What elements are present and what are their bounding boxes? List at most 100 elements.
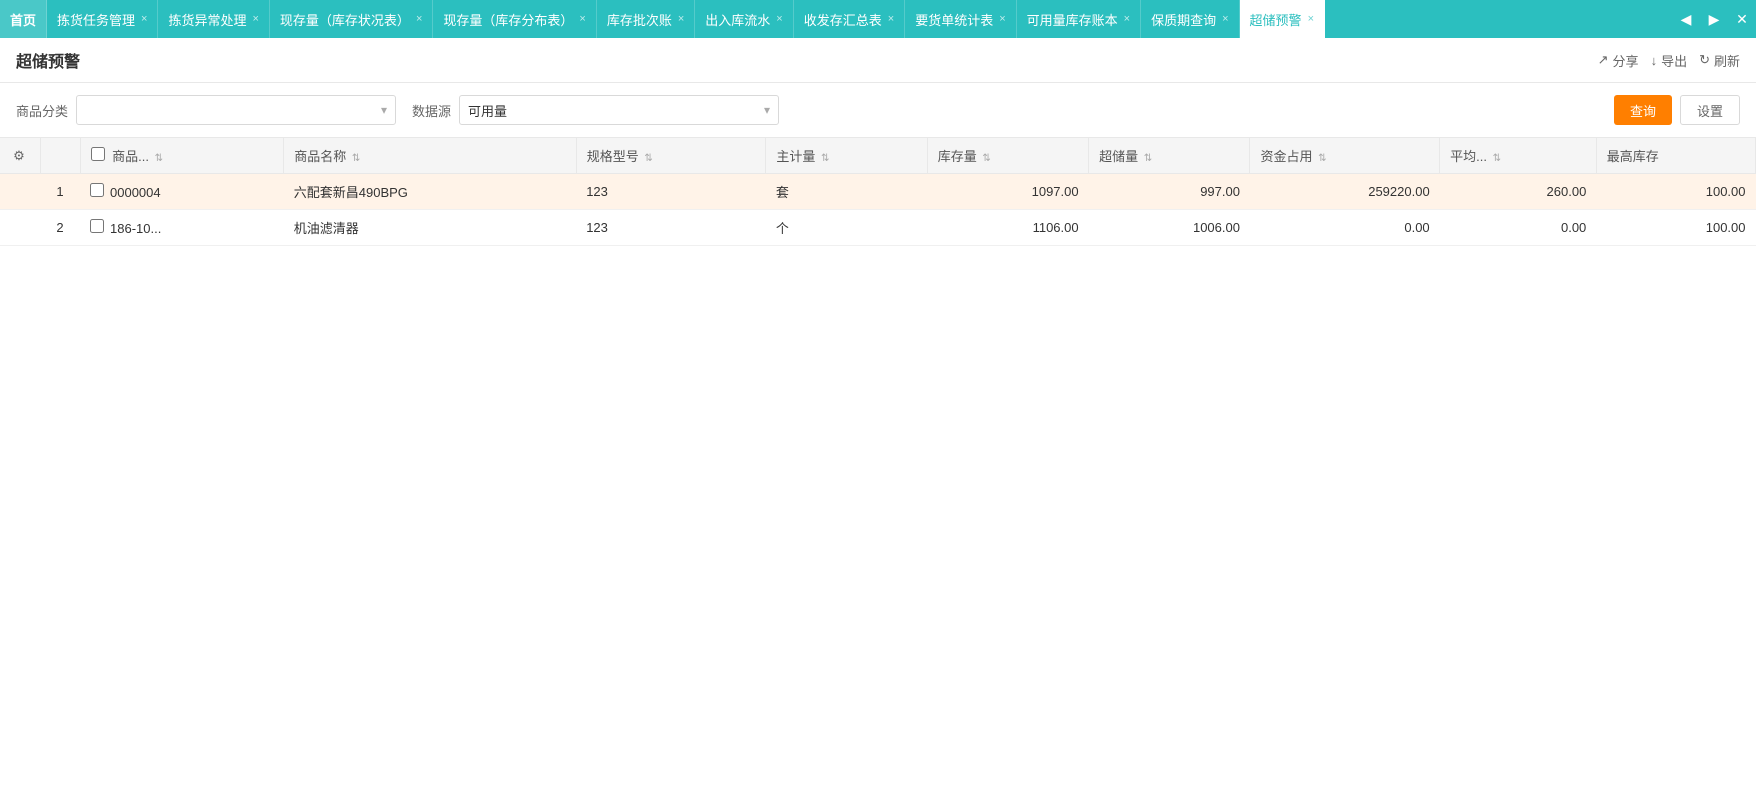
sort-icon: ⇅	[821, 153, 829, 164]
nav-arrows: ◀ ▶ ✕	[1672, 0, 1756, 38]
td-unit: 个	[766, 210, 927, 246]
nav-flow[interactable]: 出入库流水 ×	[695, 0, 793, 38]
nav-exception[interactable]: 拣货异常处理 ×	[158, 0, 269, 38]
close-icon[interactable]: ×	[1124, 13, 1130, 25]
filter-bar: 商品分类 ▾ 数据源 可用量 ▾ 查询 设置	[0, 83, 1756, 137]
th-avg[interactable]: 平均... ⇅	[1440, 138, 1597, 174]
td-overstock: 1006.00	[1089, 210, 1250, 246]
th-capital[interactable]: 资金占用 ⇅	[1250, 138, 1440, 174]
td-max: 100.00	[1596, 210, 1755, 246]
td-seq: 1	[40, 174, 80, 210]
filter-actions: 查询 设置	[1614, 95, 1740, 125]
datasource-label: 数据源	[412, 101, 451, 120]
td-name: 机油滤清器	[284, 210, 576, 246]
td-max: 100.00	[1596, 174, 1755, 210]
close-icon[interactable]: ×	[416, 13, 422, 25]
header-actions: ↗ 分享 ↓ 导出 ↻ 刷新	[1598, 51, 1740, 70]
category-select[interactable]: ▾	[76, 95, 396, 125]
td-code: 186-10...	[80, 210, 284, 246]
nav-next-btn[interactable]: ▶	[1700, 0, 1728, 38]
nav-available[interactable]: 可用量库存账本 ×	[1017, 0, 1141, 38]
query-button[interactable]: 查询	[1614, 95, 1672, 125]
th-stock[interactable]: 库存量 ⇅	[927, 138, 1088, 174]
select-all-checkbox[interactable]	[91, 147, 105, 161]
nav-shelf-life[interactable]: 保质期查询 ×	[1141, 0, 1239, 38]
refresh-btn[interactable]: ↻ 刷新	[1699, 51, 1740, 70]
page-title: 超储预警	[16, 48, 80, 72]
td-settings-cell	[0, 210, 40, 246]
td-capital: 0.00	[1250, 210, 1440, 246]
td-code: 0000004	[80, 174, 284, 210]
nav-task-mgmt[interactable]: 拣货任务管理 ×	[47, 0, 158, 38]
export-icon: ↓	[1651, 53, 1658, 68]
datasource-select-value: 可用量	[468, 101, 507, 120]
nav-inventory-dist[interactable]: 现存量（库存分布表）×	[433, 0, 596, 38]
settings-button[interactable]: 设置	[1680, 95, 1740, 125]
td-stock: 1106.00	[927, 210, 1088, 246]
chevron-down-icon: ▾	[381, 103, 387, 117]
nav-home[interactable]: 首页	[0, 0, 47, 38]
table-row: 2 186-10... 机油滤清器 123 个 1106.00 1006.00 …	[0, 210, 1756, 246]
th-max[interactable]: 最高库存	[1596, 138, 1755, 174]
close-icon[interactable]: ×	[1222, 13, 1228, 25]
table-body: 1 0000004 六配套新昌490BPG 123 套 1097.00 997.…	[0, 174, 1756, 246]
table-row: 1 0000004 六配套新昌490BPG 123 套 1097.00 997.…	[0, 174, 1756, 210]
td-spec: 123	[576, 210, 766, 246]
sort-icon: ⇅	[982, 153, 990, 164]
share-icon: ↗	[1598, 52, 1609, 68]
share-btn[interactable]: ↗ 分享	[1598, 51, 1639, 70]
th-seq	[40, 138, 80, 174]
close-icon[interactable]: ×	[579, 13, 585, 25]
sort-icon: ⇅	[644, 153, 652, 164]
category-label: 商品分类	[16, 101, 68, 120]
category-filter: 商品分类 ▾	[16, 95, 396, 125]
row-checkbox[interactable]	[90, 183, 104, 197]
th-unit[interactable]: 主计量 ⇅	[766, 138, 927, 174]
nav-prev-btn[interactable]: ◀	[1672, 0, 1700, 38]
close-icon[interactable]: ×	[252, 13, 258, 25]
td-stock: 1097.00	[927, 174, 1088, 210]
close-icon[interactable]: ×	[141, 13, 147, 25]
datasource-select[interactable]: 可用量 ▾	[459, 95, 779, 125]
td-settings-cell	[0, 174, 40, 210]
th-settings[interactable]: ⚙	[0, 138, 40, 174]
close-icon[interactable]: ×	[678, 13, 684, 25]
th-code[interactable]: 商品... ⇅	[80, 138, 284, 174]
settings-icon[interactable]: ⚙	[10, 147, 28, 165]
close-icon[interactable]: ×	[888, 13, 894, 25]
th-overstock[interactable]: 超储量 ⇅	[1089, 138, 1250, 174]
td-spec: 123	[576, 174, 766, 210]
chevron-down-icon: ▾	[764, 103, 770, 117]
top-nav: 首页 拣货任务管理 × 拣货异常处理 × 现存量（库存状况表）× 现存量（库存分…	[0, 0, 1756, 38]
data-table: ⚙ 商品... ⇅ 商品名称 ⇅ 规格型号 ⇅ 主计量	[0, 137, 1756, 246]
th-name[interactable]: 商品名称 ⇅	[284, 138, 576, 174]
export-btn[interactable]: ↓ 导出	[1651, 51, 1688, 70]
page-header: 超储预警 ↗ 分享 ↓ 导出 ↻ 刷新	[0, 38, 1756, 83]
td-avg: 0.00	[1440, 210, 1597, 246]
td-capital: 259220.00	[1250, 174, 1440, 210]
sort-icon: ⇅	[155, 153, 163, 164]
td-overstock: 997.00	[1089, 174, 1250, 210]
nav-inventory-status[interactable]: 现存量（库存状况表）×	[270, 0, 433, 38]
sort-icon: ⇅	[1144, 153, 1152, 164]
td-name: 六配套新昌490BPG	[284, 174, 576, 210]
close-icon[interactable]: ×	[1308, 13, 1314, 25]
th-spec[interactable]: 规格型号 ⇅	[576, 138, 766, 174]
close-icon[interactable]: ×	[776, 13, 782, 25]
nav-batch-account[interactable]: 库存批次账 ×	[597, 0, 695, 38]
refresh-icon: ↻	[1699, 52, 1710, 68]
close-icon[interactable]: ×	[999, 13, 1005, 25]
sort-icon: ⇅	[1493, 153, 1501, 164]
nav-summary[interactable]: 收发存汇总表 ×	[794, 0, 905, 38]
nav-close-btn[interactable]: ✕	[1728, 0, 1756, 38]
table-container: ⚙ 商品... ⇅ 商品名称 ⇅ 规格型号 ⇅ 主计量	[0, 137, 1756, 246]
nav-overstock[interactable]: 超储预警 ×	[1240, 0, 1325, 38]
td-seq: 2	[40, 210, 80, 246]
td-unit: 套	[766, 174, 927, 210]
table-header-row: ⚙ 商品... ⇅ 商品名称 ⇅ 规格型号 ⇅ 主计量	[0, 138, 1756, 174]
row-checkbox[interactable]	[90, 219, 104, 233]
sort-icon: ⇅	[1318, 153, 1326, 164]
sort-icon: ⇅	[352, 153, 360, 164]
td-avg: 260.00	[1440, 174, 1597, 210]
nav-order-stat[interactable]: 要货单统计表 ×	[905, 0, 1016, 38]
